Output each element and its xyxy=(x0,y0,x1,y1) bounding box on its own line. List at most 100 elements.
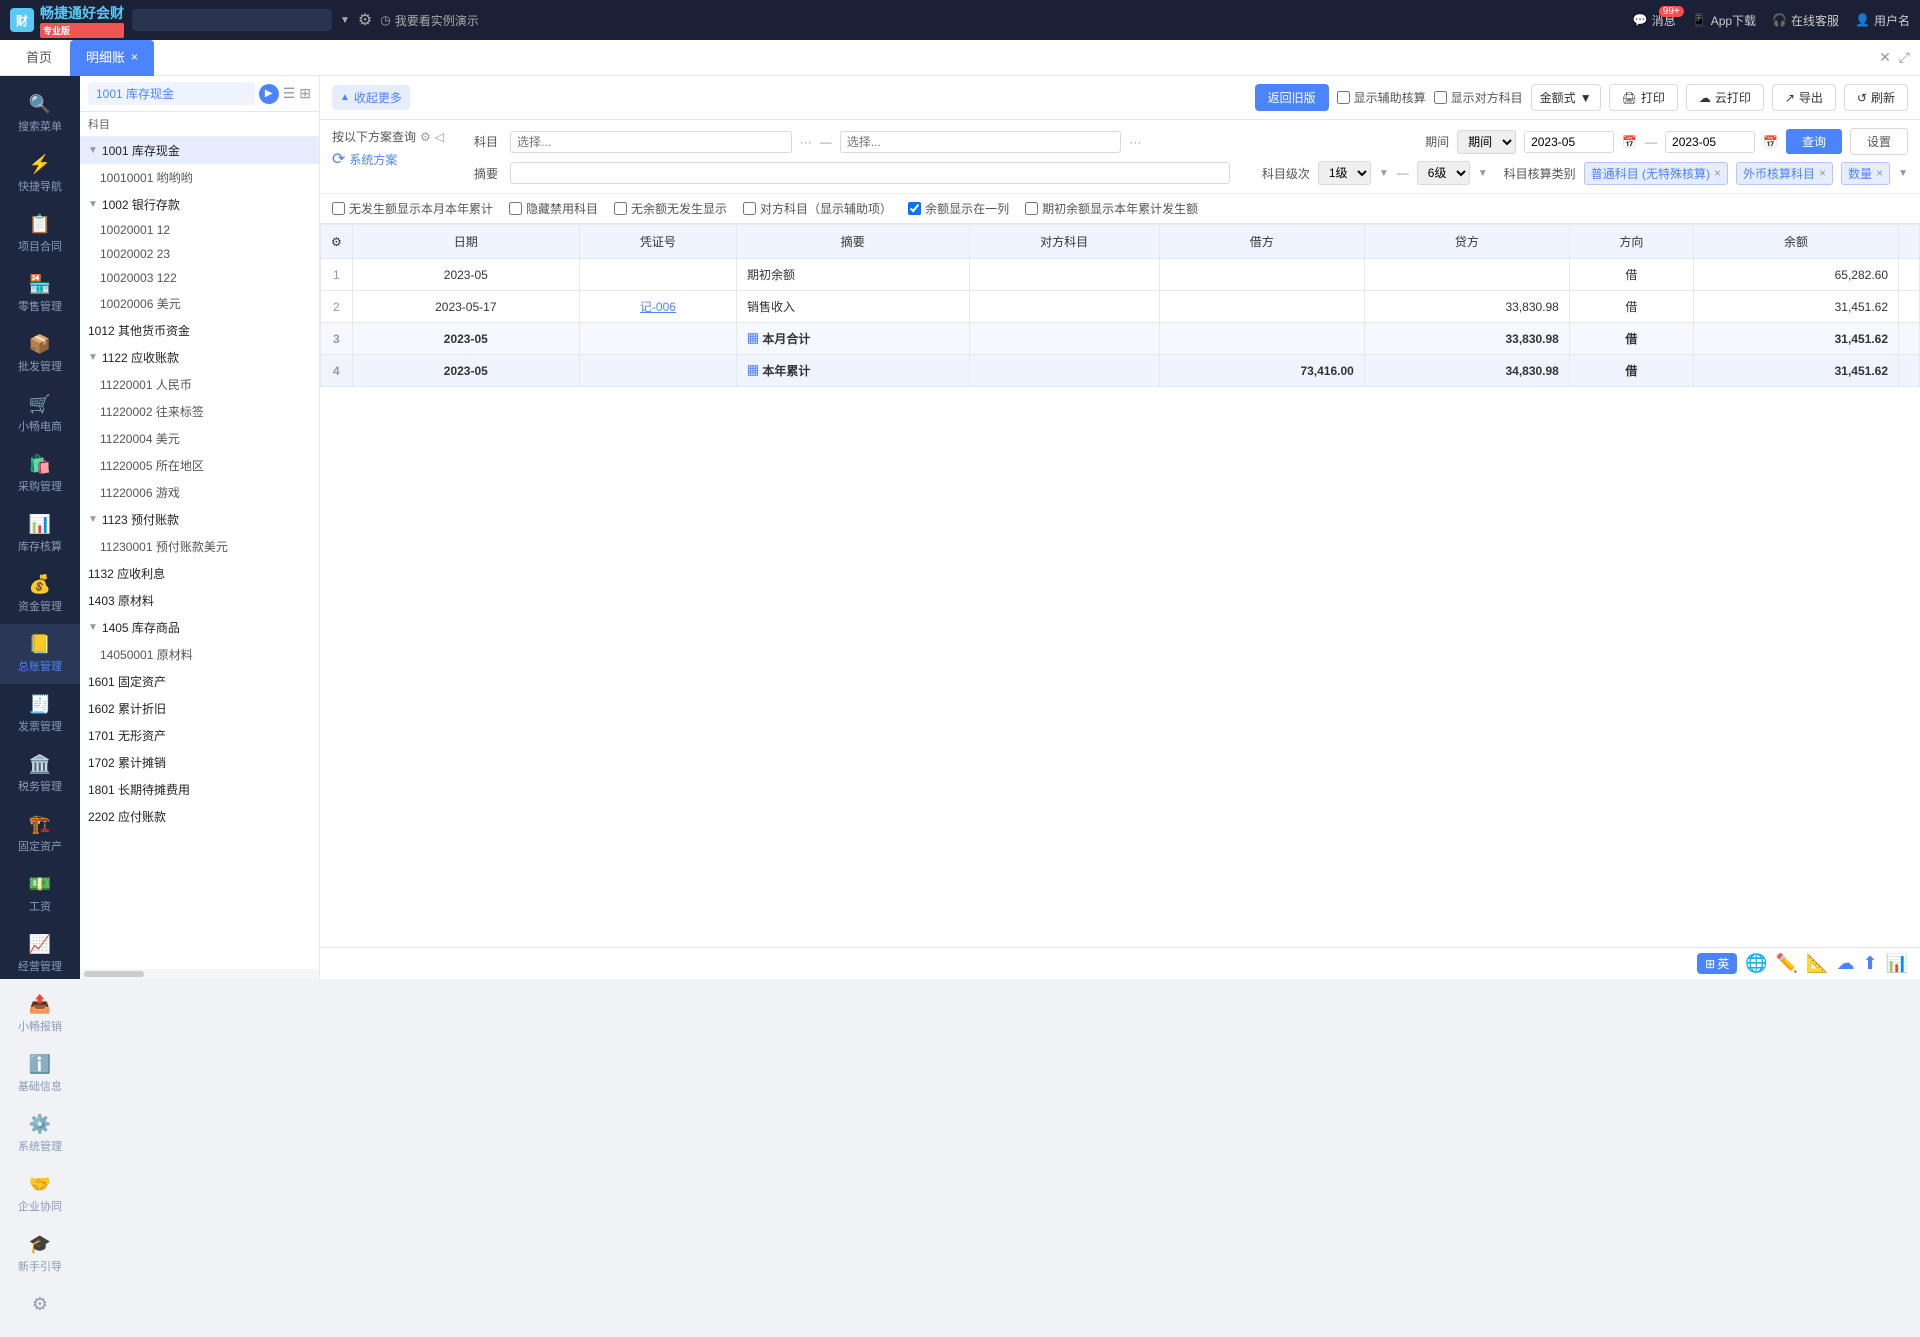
system-scheme-link[interactable]: ⟳ 系统方案 xyxy=(332,149,462,169)
tree-item-10020001[interactable]: 10020001 12 xyxy=(80,218,319,242)
settings-btn[interactable]: 设置 xyxy=(1850,128,1908,155)
bottom-icon-3[interactable]: 📐 xyxy=(1806,953,1828,974)
sidebar-item-purchase[interactable]: 🛍️ 采购管理 xyxy=(0,444,80,504)
tab-detail[interactable]: 明细账 × xyxy=(70,40,154,76)
sidebar-item-guide[interactable]: 🎓 新手引导 xyxy=(0,1224,80,1284)
cb-no-amount-input[interactable] xyxy=(332,202,345,215)
tree-item-1601[interactable]: 1601 固定资产 xyxy=(80,668,319,695)
tree-item-10020002[interactable]: 10020002 23 xyxy=(80,242,319,266)
sidebar-item-project[interactable]: 📋 项目合同 xyxy=(0,204,80,264)
sidebar-item-finance[interactable]: 💰 资金管理 xyxy=(0,564,80,624)
sidebar-item-ecommerce[interactable]: 🛒 小畅电商 xyxy=(0,384,80,444)
show-auxiliary-checkbox-label[interactable]: 显示辅助核算 xyxy=(1337,89,1426,106)
tree-item-1123[interactable]: ▼ 1123 预付账款 xyxy=(80,506,319,533)
th-summary[interactable]: 摘要 xyxy=(737,225,970,259)
tree-item-11220005[interactable]: 11220005 所在地区 xyxy=(80,452,319,479)
sidebar-item-system[interactable]: ⚙️ 系统管理 xyxy=(0,1104,80,1164)
tag-foreign-remove[interactable]: × xyxy=(1819,166,1826,180)
maximize-icon[interactable]: ⤢ xyxy=(1899,49,1910,66)
tree-item-1122[interactable]: ▼ 1122 应收账款 xyxy=(80,344,319,371)
tree-item-1001[interactable]: ▼ 1001 库存现金 xyxy=(80,137,319,164)
format-btn[interactable]: 金额式 ▼ xyxy=(1531,84,1601,111)
cb-opposite-subject[interactable]: 对方科目（显示辅助项） xyxy=(743,200,892,217)
tree-item-10010001[interactable]: 10010001 哟哟哟 xyxy=(80,164,319,191)
level-to-arrow-icon2[interactable]: ▼ xyxy=(1898,168,1908,179)
show-auxiliary-checkbox[interactable] xyxy=(1337,91,1350,104)
tag-quantity-remove[interactable]: × xyxy=(1876,166,1883,180)
search-input[interactable] xyxy=(510,162,1230,184)
tree-item-2202[interactable]: 2202 应付账款 xyxy=(80,803,319,830)
tab-detail-close[interactable]: × xyxy=(131,50,138,64)
th-balance[interactable]: 余额 xyxy=(1693,225,1898,259)
demo-link[interactable]: ◷ 我要看实例演示 xyxy=(380,12,479,29)
cb-opening-balance-input[interactable] xyxy=(1025,202,1038,215)
tree-item-1701[interactable]: 1701 无形资产 xyxy=(80,722,319,749)
tree-item-10020003[interactable]: 10020003 122 xyxy=(80,266,319,290)
period-calendar-from-icon[interactable]: 📅 xyxy=(1622,135,1637,149)
subject-input[interactable] xyxy=(510,131,792,153)
sidebar-item-operations[interactable]: 📈 经营管理 xyxy=(0,924,80,984)
period-from-input[interactable] xyxy=(1524,131,1614,153)
period-type-select[interactable]: 期间 日期 xyxy=(1457,130,1516,154)
level-from-select[interactable]: 1级2级3级 xyxy=(1318,161,1371,185)
cloud-print-btn[interactable]: ☁ 云打印 xyxy=(1686,84,1764,111)
tree-expand-icon[interactable]: ⊞ xyxy=(299,85,311,102)
th-settings[interactable]: ⚙ xyxy=(321,225,353,259)
bottom-icon-2[interactable]: ✏️ xyxy=(1776,953,1798,974)
sidebar-item-retail[interactable]: 🏪 零售管理 xyxy=(0,264,80,324)
th-date[interactable]: 日期 xyxy=(352,225,579,259)
next-account-btn[interactable]: ▶ xyxy=(259,84,279,104)
show-opposite-checkbox[interactable] xyxy=(1434,91,1447,104)
tree-item-11220006[interactable]: 11220006 游戏 xyxy=(80,479,319,506)
export-btn[interactable]: ↗ 导出 xyxy=(1772,84,1836,111)
tree-item-11220001[interactable]: 11220001 人民币 xyxy=(80,371,319,398)
th-debit[interactable]: 借方 xyxy=(1159,225,1364,259)
sidebar-item-wholesale[interactable]: 📦 批发管理 xyxy=(0,324,80,384)
cb-no-balance-input[interactable] xyxy=(614,202,627,215)
period-to-input[interactable] xyxy=(1665,131,1755,153)
tree-menu-icon[interactable]: ☰ xyxy=(283,85,296,102)
sidebar-item-ledger[interactable]: 📒 总账管理 xyxy=(0,624,80,684)
period-calendar-to-icon[interactable]: 📅 xyxy=(1763,135,1778,149)
bottom-icon-4[interactable]: ☁ xyxy=(1836,953,1854,974)
top-settings-icon[interactable]: ⚙ xyxy=(358,10,372,30)
close-window-icon[interactable]: ✕ xyxy=(1879,49,1891,66)
cb-no-balance[interactable]: 无余额无发生显示 xyxy=(614,200,727,217)
cb-balance-in-one-input[interactable] xyxy=(908,202,921,215)
tab-home[interactable]: 首页 xyxy=(10,40,68,76)
cb-hide-disabled-input[interactable] xyxy=(509,202,522,215)
level-to-select[interactable]: 6级5级4级 xyxy=(1417,161,1470,185)
tree-scrollbar-h[interactable] xyxy=(80,969,319,979)
sidebar-settings[interactable]: ⚙ xyxy=(32,1284,48,1325)
sidebar-item-quick-nav[interactable]: ⚡ 快捷导航 xyxy=(0,144,80,204)
sidebar-item-inventory[interactable]: 📊 库存核算 xyxy=(0,504,80,564)
bottom-icon-5[interactable]: ⬆ xyxy=(1862,953,1877,974)
user-avatar[interactable]: 👤 用户名 xyxy=(1855,12,1910,29)
print-btn[interactable]: 🖨 打印 xyxy=(1609,84,1678,111)
tree-item-1132[interactable]: 1132 应收利息 xyxy=(80,560,319,587)
tree-item-1602[interactable]: 1602 累计折旧 xyxy=(80,695,319,722)
cb-opposite-subject-input[interactable] xyxy=(743,202,756,215)
tag-normal-remove[interactable]: × xyxy=(1714,166,1721,180)
expand-more-btn[interactable]: ▲ 收起更多 xyxy=(332,85,410,110)
sidebar-item-tax[interactable]: 🏛️ 税务管理 xyxy=(0,744,80,804)
sidebar-item-search[interactable]: 🔍 搜索菜单 xyxy=(0,84,80,144)
th-credit[interactable]: 贷方 xyxy=(1364,225,1569,259)
tree-item-1012[interactable]: 1012 其他货币资金 xyxy=(80,317,319,344)
tree-item-11220004[interactable]: 11220004 美元 xyxy=(80,425,319,452)
query-btn[interactable]: 查询 xyxy=(1786,129,1842,154)
sidebar-item-basic-info[interactable]: ℹ️ 基础信息 xyxy=(0,1044,80,1104)
sidebar-item-salary[interactable]: 💵 工资 xyxy=(0,864,80,924)
query-filter-collapse-icon[interactable]: ◁ xyxy=(435,130,444,144)
th-voucher[interactable]: 凭证号 xyxy=(579,225,736,259)
subject-to-input[interactable] xyxy=(840,131,1122,153)
show-opposite-checkbox-label[interactable]: 显示对方科目 xyxy=(1434,89,1523,106)
account-selector[interactable]: 1001 库存现金 xyxy=(88,82,255,105)
refresh-btn[interactable]: ↺ 刷新 xyxy=(1844,84,1908,111)
return-old-btn[interactable]: 返回旧版 xyxy=(1255,84,1329,111)
sidebar-item-cooperation[interactable]: 🤝 企业协同 xyxy=(0,1164,80,1224)
tree-item-1405[interactable]: ▼ 1405 库存商品 xyxy=(80,614,319,641)
bottom-icon-6[interactable]: 📊 xyxy=(1886,953,1908,974)
tree-item-1002[interactable]: ▼ 1002 银行存款 xyxy=(80,191,319,218)
tree-item-1403[interactable]: 1403 原材料 xyxy=(80,587,319,614)
